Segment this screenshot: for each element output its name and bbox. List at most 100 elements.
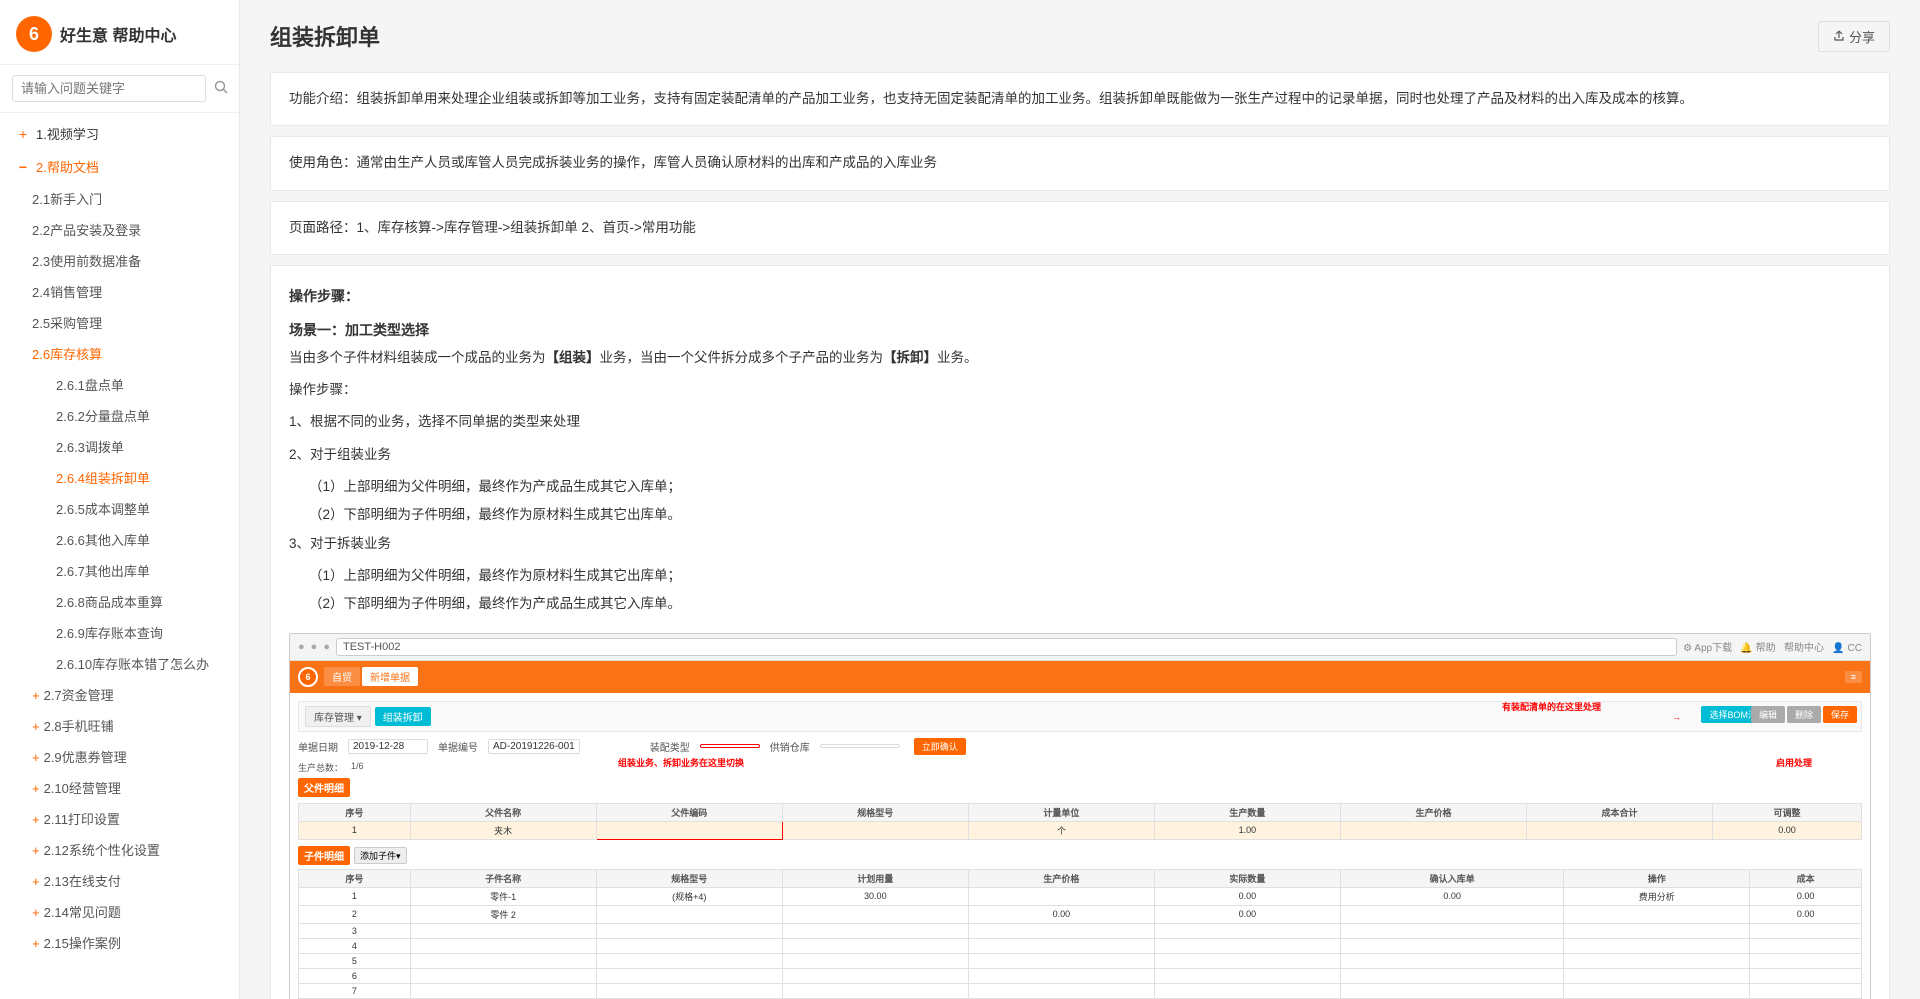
- sidebar-item-inv-268[interactable]: 2.6.8商品成本重算: [48, 586, 239, 617]
- table-row: 1 零件-1 (规格+4) 30.00 0.00 0.00 费用分析 0.00: [299, 887, 1862, 905]
- sidebar-item-docs-label: 2.帮助文档: [36, 157, 99, 176]
- sidebar-item-sales[interactable]: 2.4销售管理: [32, 276, 239, 307]
- ss-th-spec: 规格型号: [782, 803, 968, 821]
- ss-th2-price: 生产价格: [968, 869, 1154, 887]
- table-row: 1 夹木 个 1.00 0.00: [299, 821, 1862, 839]
- ss-th2-name: 子件名称: [410, 869, 596, 887]
- table-row: 4: [299, 938, 1862, 953]
- sidebar-item-video[interactable]: + 1.视频学习: [0, 117, 239, 150]
- sidebar-item-ops[interactable]: +2.10经营管理: [32, 772, 239, 803]
- intro-text: 功能介绍：组装拆卸单用来处理企业组装或拆卸等加工业务，支持有固定装配清单的产品加…: [289, 91, 1693, 106]
- sidebar-item-faq[interactable]: +2.14常见问题: [32, 896, 239, 927]
- sidebar-item-video-label: 1.视频学习: [36, 124, 99, 143]
- main-content: 组装拆卸单 分享 功能介绍：组装拆卸单用来处理企业组装或拆卸等加工业务，支持有固…: [240, 0, 1920, 999]
- ss-th-qty: 生产数量: [1154, 803, 1340, 821]
- sidebar-item-inv-261[interactable]: 2.6.1盘点单: [48, 369, 239, 400]
- ss-toolbar: 库存管理 ▾ 组装拆卸 有装配清单的在这里处理 → 选择BOM清单 ▾ 编辑 删…: [298, 701, 1862, 732]
- nav-sub-docs: 2.1新手入门 2.2产品安装及登录 2.3使用前数据准备 2.4销售管理 2.…: [0, 183, 239, 958]
- scene1-desc: 当由多个子件材料组装成一个成品的业务为【组装】业务，当由一个父件拆分成多个子产品…: [289, 346, 1871, 370]
- sidebar-item-install[interactable]: 2.2产品安装及登录: [32, 214, 239, 245]
- step2: 2、对于组装业务: [289, 443, 1871, 467]
- sidebar-item-purchase-label: 2.5采购管理: [32, 316, 102, 331]
- ss-body: 库存管理 ▾ 组装拆卸 有装配清单的在这里处理 → 选择BOM清单 ▾ 编辑 删…: [290, 693, 1870, 999]
- ss-btn-assembly: 组装拆卸: [375, 707, 431, 726]
- screenshot-container: ● ● ● TEST-H002 ⚙ App下载 🔔 帮助 帮助中心 👤 CC 6…: [289, 633, 1871, 999]
- ss-form-no-label: 单据编号: [438, 739, 478, 754]
- page-title: 组装拆卸单: [270, 20, 380, 52]
- scene1-title: 场景一：加工类型选择: [289, 320, 1871, 340]
- ss-qty-row: 生产总数： 1/6: [298, 761, 1862, 774]
- sidebar-item-purchase[interactable]: 2.5采购管理: [32, 307, 239, 338]
- sidebar-item-newbie[interactable]: 2.1新手入门: [32, 183, 239, 214]
- sidebar-item-inv-262[interactable]: 2.6.2分量盘点单: [48, 400, 239, 431]
- app-logo-text: 好生意 帮助中心: [60, 22, 176, 46]
- annotation-arrow1: →: [1672, 712, 1681, 722]
- ss-btn-confirm: 立即确认: [914, 738, 966, 755]
- search-button[interactable]: [210, 76, 232, 101]
- ss-td-price: [1340, 821, 1526, 839]
- sidebar-item-docs[interactable]: − 2.帮助文档: [0, 150, 239, 183]
- sidebar-item-inv-269[interactable]: 2.6.9库存账本查询: [48, 617, 239, 648]
- ss-td-qty: 1.00: [1154, 821, 1340, 839]
- ss-topbar: ● ● ● TEST-H002 ⚙ App下载 🔔 帮助 帮助中心 👤 CC: [290, 634, 1870, 661]
- sidebar-item-finance[interactable]: +2.7资金管理: [32, 679, 239, 710]
- sidebar-item-data-prep-label: 2.3使用前数据准备: [32, 254, 141, 269]
- sidebar-item-inventory[interactable]: 2.6库存核算: [32, 338, 239, 369]
- share-button[interactable]: 分享: [1818, 21, 1890, 52]
- page-header: 组装拆卸单 分享: [270, 20, 1890, 52]
- ss-tab-home: 自贸: [324, 667, 360, 686]
- ss-tab-new: 新增单据: [362, 667, 418, 686]
- ss-qty-value: 1/6: [351, 761, 364, 774]
- sidebar-item-inv-267[interactable]: 2.6.7其他出库单: [48, 555, 239, 586]
- ss-td-cost: [1527, 821, 1713, 839]
- sidebar: 6 好生意 帮助中心 + 1.视频学习 − 2.帮助文档 2.1新手入门 2.2…: [0, 0, 240, 999]
- ss-th-seq: 序号: [299, 803, 411, 821]
- sidebar-item-install-label: 2.2产品安装及登录: [32, 223, 141, 238]
- step2-sub1: （1）上部明细为父件明细，最终作为产成品生成其它入库单；: [309, 475, 1871, 499]
- logo-area: 6 好生意 帮助中心: [0, 0, 239, 65]
- ss-th2-seq: 序号: [299, 869, 411, 887]
- table-row: 6: [299, 968, 1862, 983]
- sidebar-item-print[interactable]: +2.11打印设置: [32, 803, 239, 834]
- role-text: 使用角色：通常由生产人员或库管人员完成拆装业务的操作，库管人员确认原材料的出库和…: [289, 155, 937, 170]
- sidebar-item-inv-264[interactable]: 2.6.4组装拆卸单: [48, 462, 239, 493]
- intro-block: 功能介绍：组装拆卸单用来处理企业组装或拆卸等加工业务，支持有固定装配清单的产品加…: [270, 72, 1890, 126]
- app-logo-icon: 6: [16, 16, 52, 52]
- sidebar-item-inv-2610[interactable]: 2.6.10库存账本错了怎么办: [48, 648, 239, 679]
- sidebar-item-cases[interactable]: +2.15操作案例: [32, 927, 239, 958]
- ss-form: 单据日期 2019-12-28 单据编号 AD-20191226-001 装配类…: [298, 738, 1862, 755]
- ss-th2-cost: 成本: [1750, 869, 1862, 887]
- sidebar-item-custom[interactable]: +2.12系统个性化设置: [32, 834, 239, 865]
- sidebar-item-coupon[interactable]: +2.9优惠券管理: [32, 741, 239, 772]
- search-input[interactable]: [12, 75, 206, 102]
- sidebar-item-mobile[interactable]: +2.8手机旺铺: [32, 710, 239, 741]
- ss-form-wh: [820, 744, 900, 748]
- ss-table2-header: 子件明细: [298, 846, 350, 865]
- path-block: 页面路径：1、库存核算->库存管理->组装拆卸单 2、首页->常用功能: [270, 201, 1890, 255]
- ss-form-date: 2019-12-28: [348, 739, 428, 754]
- ss-table-parent: 序号 父件名称 父件编码 规格型号 计量单位 生产数量 生产价格 成本合计 可调…: [298, 803, 1862, 840]
- step3: 3、对于拆装业务: [289, 532, 1871, 556]
- annotation-callout2: 组装业务、拆卸业务在这里切换: [618, 756, 744, 769]
- ss-th-cost: 成本合计: [1527, 803, 1713, 821]
- ss-td-seq: 1: [299, 821, 411, 839]
- sidebar-item-inv-265[interactable]: 2.6.5成本调整单: [48, 493, 239, 524]
- table-row: 7: [299, 983, 1862, 998]
- ss-th2-plan: 计划用量: [782, 869, 968, 887]
- step3-sub2: （2）下部明细为子件明细，最终作为产成品生成其它入库单。: [309, 592, 1871, 616]
- ss-nav-logo: 6: [298, 667, 318, 687]
- ss-td-adj: 0.00: [1713, 821, 1862, 839]
- ss-btn-inventory: 库存管理 ▾: [305, 706, 371, 727]
- sidebar-item-online-pay[interactable]: +2.13在线支付: [32, 865, 239, 896]
- sidebar-item-data-prep[interactable]: 2.3使用前数据准备: [32, 245, 239, 276]
- sidebar-item-inv-263[interactable]: 2.6.3调拨单: [48, 431, 239, 462]
- steps-label: 操作步骤：: [289, 378, 1871, 402]
- ss-th2-op: 操作: [1564, 869, 1750, 887]
- role-block: 使用角色：通常由生产人员或库管人员完成拆装业务的操作，库管人员确认原材料的出库和…: [270, 136, 1890, 190]
- ss-th-name: 父件名称: [410, 803, 596, 821]
- screenshot-inner: ● ● ● TEST-H002 ⚙ App下载 🔔 帮助 帮助中心 👤 CC 6…: [290, 634, 1870, 999]
- plus-icon: +: [16, 127, 30, 141]
- minus-icon: −: [16, 160, 30, 174]
- sidebar-item-inv-266[interactable]: 2.6.6其他入库单: [48, 524, 239, 555]
- path-text: 页面路径：1、库存核算->库存管理->组装拆卸单 2、首页->常用功能: [289, 220, 696, 235]
